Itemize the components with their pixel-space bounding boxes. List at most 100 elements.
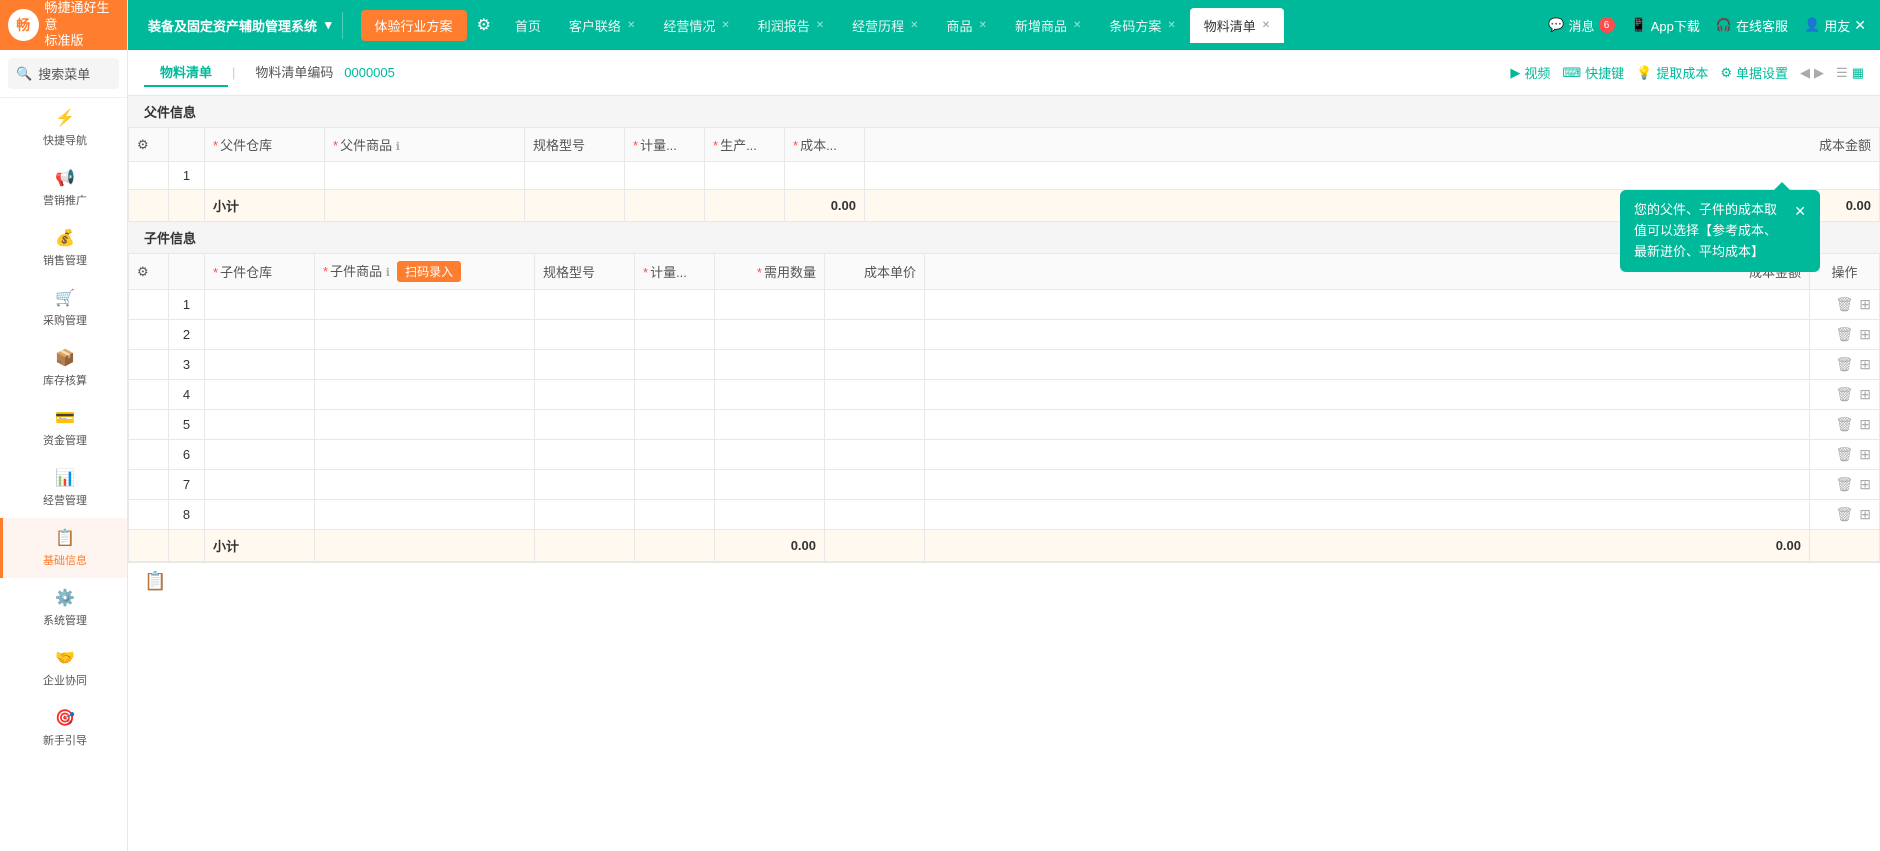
sub-tab-bom-code[interactable]: 物料清单编码 0000005 (239, 58, 410, 87)
tab-goods[interactable]: 商品 ✕ (933, 8, 1001, 43)
sidebar-item-marketing[interactable]: 📢 营销推广 (0, 158, 127, 218)
child-warehouse-input-6[interactable] (213, 447, 306, 462)
child-unit-cost-input-4[interactable] (833, 387, 916, 402)
child-product-input-6[interactable] (323, 447, 526, 462)
sidebar-item-inventory[interactable]: 📦 库存核算 (0, 338, 127, 398)
child-product-input-3[interactable] (323, 357, 526, 372)
child-qty-input-5[interactable] (723, 417, 816, 432)
sidebar-item-operations[interactable]: 📊 经营管理 (0, 458, 127, 518)
tab-home[interactable]: 首页 (501, 8, 555, 43)
tab-history[interactable]: 经营历程 ✕ (838, 8, 932, 43)
delete-row-5-icon[interactable]: 🗑 (1835, 416, 1853, 433)
tab-profit[interactable]: 利润报告 ✕ (744, 8, 838, 43)
sidebar-item-system[interactable]: ⚙️ 系统管理 (0, 578, 127, 638)
child-spec-input-6[interactable] (543, 447, 626, 462)
child-warehouse-input-5[interactable] (213, 417, 306, 432)
child-unit-input-1[interactable] (643, 297, 706, 312)
close-customer-tab-icon[interactable]: ✕ (627, 20, 635, 31)
tab-add-goods[interactable]: 新增商品 ✕ (1001, 8, 1095, 43)
child-warehouse-input-4[interactable] (213, 387, 306, 402)
app-download-button[interactable]: 📱 App下载 (1631, 16, 1700, 35)
single-settings-button[interactable]: ⚙ 单据设置 (1720, 63, 1788, 82)
sidebar-item-cooperation[interactable]: 🤝 企业协同 (0, 638, 127, 698)
copy-row-6-icon[interactable]: ⊞ (1859, 446, 1871, 463)
parent-row-spec[interactable] (525, 162, 625, 190)
child-qty-input-3[interactable] (723, 357, 816, 372)
child-warehouse-input-3[interactable] (213, 357, 306, 372)
child-unit-input-8[interactable] (643, 507, 706, 522)
child-unit-cost-input-7[interactable] (833, 477, 916, 492)
online-service-button[interactable]: 🎧 在线客服 (1716, 16, 1788, 35)
close-goods-tab-icon[interactable]: ✕ (979, 20, 987, 31)
child-product-input-2[interactable] (323, 327, 526, 342)
close-profit-tab-icon[interactable]: ✕ (816, 20, 824, 31)
delete-row-3-icon[interactable]: 🗑 (1835, 356, 1853, 373)
child-warehouse-input-8[interactable] (213, 507, 306, 522)
child-unit-cost-input-6[interactable] (833, 447, 916, 462)
delete-row-8-icon[interactable]: 🗑 (1835, 506, 1853, 523)
sidebar-item-purchase[interactable]: 🛒 采购管理 (0, 278, 127, 338)
child-unit-input-5[interactable] (643, 417, 706, 432)
delete-row-2-icon[interactable]: 🗑 (1835, 326, 1853, 343)
child-spec-input-3[interactable] (543, 357, 626, 372)
child-product-input-4[interactable] (323, 387, 526, 402)
child-spec-input-8[interactable] (543, 507, 626, 522)
next-page-icon[interactable]: ▶ (1814, 65, 1824, 81)
tab-bom[interactable]: 物料清单 ✕ (1190, 8, 1284, 43)
parent-production-input[interactable] (713, 168, 776, 183)
child-product-input-5[interactable] (323, 417, 526, 432)
child-spec-input-4[interactable] (543, 387, 626, 402)
delete-row-1-icon[interactable]: 🗑 (1835, 296, 1853, 313)
child-product-input-8[interactable] (323, 507, 526, 522)
message-button[interactable]: 💬 消息 6 (1548, 16, 1614, 35)
close-all-tabs-icon[interactable]: ✕ (1850, 13, 1870, 38)
delete-row-4-icon[interactable]: 🗑 (1835, 386, 1853, 403)
parent-spec-input[interactable] (533, 168, 616, 183)
settings-gear-icon[interactable]: ⚙ (477, 15, 491, 35)
sidebar-item-guide[interactable]: 🎯 新手引导 (0, 698, 127, 758)
shortcut-button[interactable]: ⌨ 快捷键 (1562, 63, 1624, 82)
list-view-icon[interactable]: ☰ (1836, 65, 1848, 81)
child-spec-input-7[interactable] (543, 477, 626, 492)
child-warehouse-input-7[interactable] (213, 477, 306, 492)
child-unit-cost-input-5[interactable] (833, 417, 916, 432)
grid-view-icon[interactable]: ▦ (1852, 65, 1864, 81)
copy-row-8-icon[interactable]: ⊞ (1859, 506, 1871, 523)
delete-row-7-icon[interactable]: 🗑 (1835, 476, 1853, 493)
tab-customer[interactable]: 客户联络 ✕ (555, 8, 649, 43)
child-unit-cost-input-3[interactable] (833, 357, 916, 372)
child-unit-cost-input-1[interactable] (833, 297, 916, 312)
prev-page-icon[interactable]: ◀ (1800, 65, 1810, 81)
close-barcode-tab-icon[interactable]: ✕ (1167, 20, 1175, 31)
delete-row-6-icon[interactable]: 🗑 (1835, 446, 1853, 463)
parent-col-settings[interactable]: ⚙ (129, 128, 169, 162)
dropdown-arrow-icon[interactable]: ▾ (325, 17, 332, 33)
child-product-input-1[interactable] (323, 297, 526, 312)
parent-row-production[interactable] (705, 162, 785, 190)
sidebar-item-finance[interactable]: 💳 资金管理 (0, 398, 127, 458)
parent-unit-input[interactable] (633, 168, 696, 183)
parent-cost-input[interactable] (793, 168, 856, 183)
copy-row-3-icon[interactable]: ⊞ (1859, 356, 1871, 373)
column-settings-icon[interactable]: ⚙ (137, 137, 149, 152)
parent-warehouse-input[interactable] (213, 168, 316, 183)
close-add-goods-tab-icon[interactable]: ✕ (1073, 20, 1081, 31)
child-unit-cost-input-8[interactable] (833, 507, 916, 522)
copy-row-4-icon[interactable]: ⊞ (1859, 386, 1871, 403)
copy-row-2-icon[interactable]: ⊞ (1859, 326, 1871, 343)
parent-row-product[interactable] (325, 162, 525, 190)
child-qty-input-4[interactable] (723, 387, 816, 402)
child-unit-input-3[interactable] (643, 357, 706, 372)
child-warehouse-input-1[interactable] (213, 297, 306, 312)
sidebar-item-quick-nav[interactable]: ⚡ 快捷导航 (0, 98, 127, 158)
child-column-settings-icon[interactable]: ⚙ (137, 264, 149, 279)
parent-row-cost[interactable] (785, 162, 865, 190)
close-bom-tab-icon[interactable]: ✕ (1262, 20, 1270, 31)
video-button[interactable]: ▶ 视频 (1510, 63, 1550, 82)
child-unit-input-7[interactable] (643, 477, 706, 492)
child-qty-input-7[interactable] (723, 477, 816, 492)
close-operations-tab-icon[interactable]: ✕ (721, 20, 729, 31)
tab-operations[interactable]: 经营情况 ✕ (649, 8, 743, 43)
copy-row-1-icon[interactable]: ⊞ (1859, 296, 1871, 313)
child-spec-input-5[interactable] (543, 417, 626, 432)
